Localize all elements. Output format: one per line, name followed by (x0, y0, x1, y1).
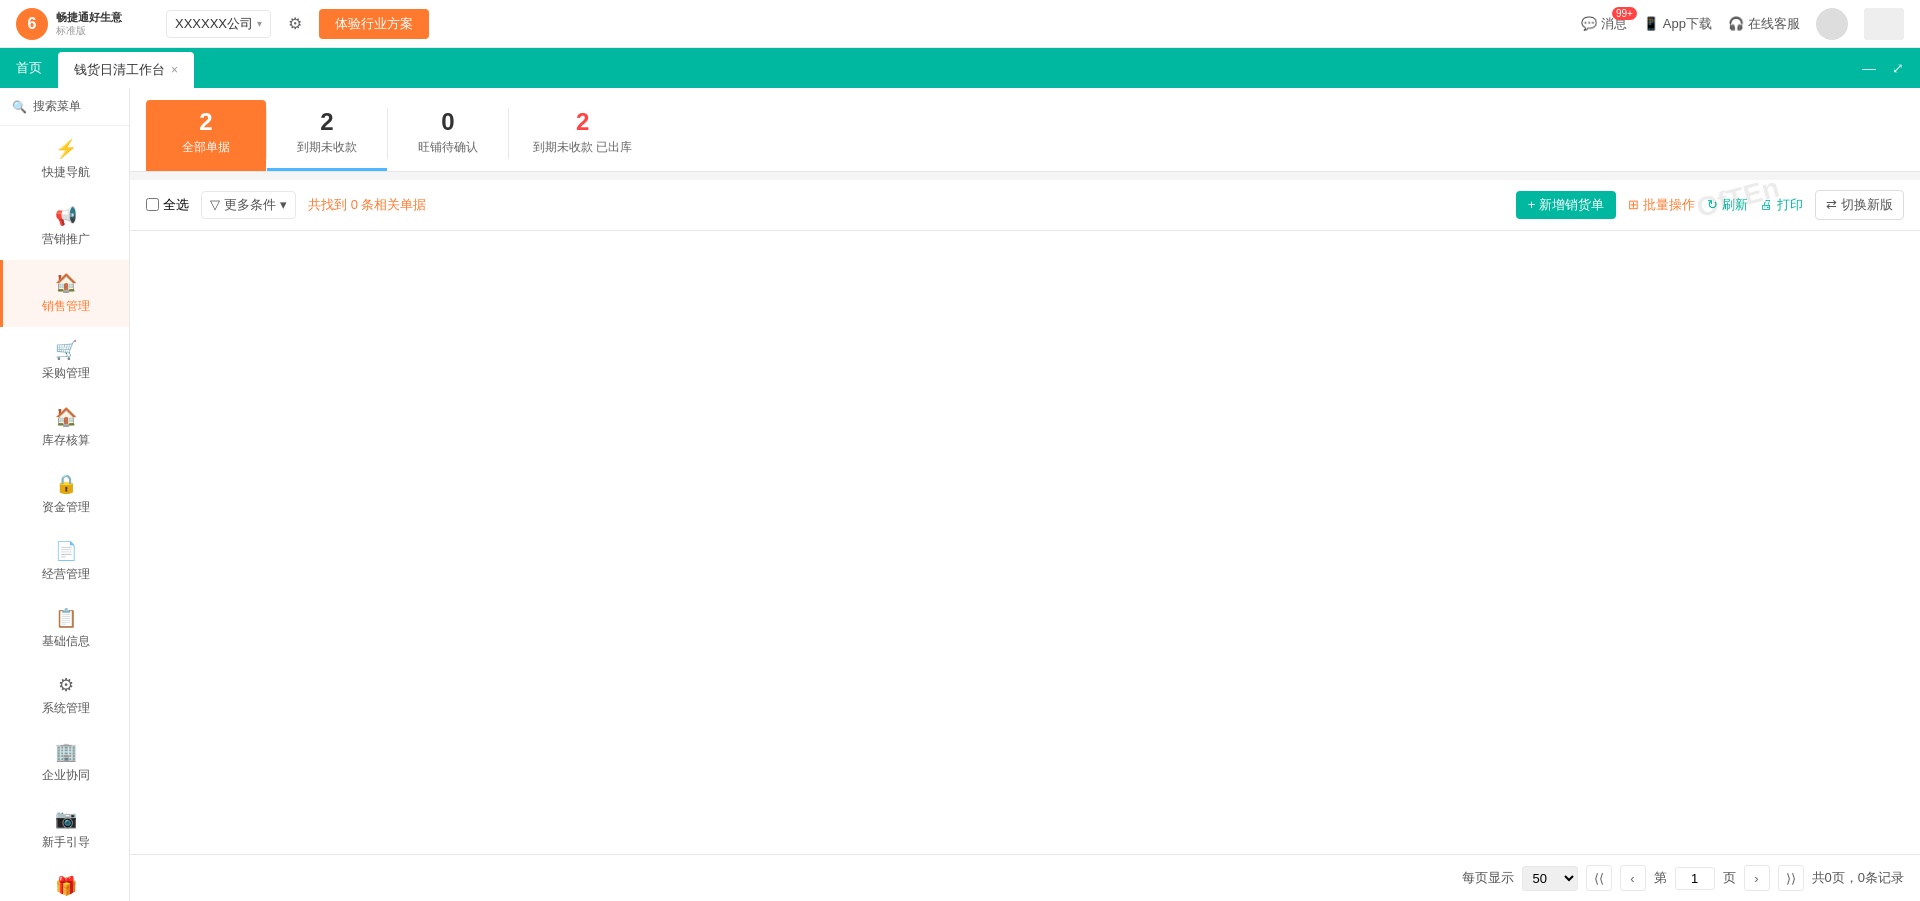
user-name-area[interactable] (1864, 8, 1904, 40)
batch-icon: ⊞ (1628, 197, 1639, 212)
download-icon: 📱 (1643, 16, 1659, 31)
sales-icon: 🏠 (55, 272, 77, 294)
page-size-select[interactable]: 50 100 200 (1522, 866, 1578, 891)
stat-label-pending: 旺铺待确认 (418, 139, 478, 156)
stat-tab-pending[interactable]: 0 旺铺待确认 (388, 100, 508, 171)
settings-icon-button[interactable]: ⚙ (279, 8, 311, 40)
filter-button[interactable]: ▽ 更多条件 ▾ (201, 191, 296, 219)
select-all-checkbox[interactable]: 全选 (146, 196, 189, 214)
content-area: 2 全部单据 2 到期未收款 0 旺铺待确认 2 到期未收款 已出库 (130, 88, 1920, 901)
basic-info-icon: 📋 (55, 607, 77, 629)
header-right: 💬 消息 99+ 📱 App下载 🎧 在线客服 (1581, 8, 1904, 40)
stat-label-all: 全部单据 (182, 139, 230, 156)
sidebar-item-inventory[interactable]: 🏠 库存核算 (0, 394, 129, 461)
enterprise-icon: 🏢 (55, 741, 77, 763)
sidebar-item-quick-nav[interactable]: ⚡ 快捷导航 (0, 126, 129, 193)
user-avatar[interactable] (1816, 8, 1848, 40)
next-page-button[interactable]: › (1744, 865, 1770, 891)
filter-icon: ▽ (210, 197, 220, 212)
sidebar-item-system[interactable]: ⚙ 系统管理 (0, 662, 129, 729)
logo-area: 6 畅捷通好生意 标准版 (16, 8, 146, 40)
tab-workbench[interactable]: 钱货日清工作台 × (58, 52, 194, 88)
messages-badge: 99+ (1612, 7, 1637, 20)
switch-icon: ⇄ (1826, 197, 1837, 212)
tab-close-icon[interactable]: × (171, 63, 178, 77)
sidebar-item-enterprise[interactable]: 🏢 企业协同 (0, 729, 129, 796)
tab-minimize-button[interactable]: — (1858, 56, 1880, 80)
total-records: 共0页，0条记录 (1812, 869, 1904, 887)
messages-button[interactable]: 💬 消息 99+ (1581, 15, 1627, 33)
stat-tab-overdue[interactable]: 2 到期未收款 (267, 100, 387, 171)
app-download-button[interactable]: 📱 App下载 (1643, 15, 1712, 33)
table-area (130, 231, 1920, 854)
stat-count-pending: 0 (441, 108, 454, 137)
tab-bar: 首页 钱货日清工作台 × — ⤢ (0, 48, 1920, 88)
new-sales-order-button[interactable]: + 新增销货单 (1516, 191, 1616, 219)
chevron-down-icon: ▾ (257, 18, 262, 29)
search-icon: 🔍 (12, 100, 27, 114)
tab-actions: — ⤢ (1858, 48, 1920, 88)
sidebar-item-app-center[interactable]: 🎁 应用中心 (0, 863, 129, 901)
app-center-icon: 🎁 (55, 875, 77, 897)
refresh-button[interactable]: ↻ 刷新 (1707, 196, 1748, 214)
print-button[interactable]: 🖨 打印 (1760, 196, 1803, 214)
last-page-button[interactable]: ⟩⟩ (1778, 865, 1804, 891)
trial-button[interactable]: 体验行业方案 (319, 9, 429, 39)
stat-label-shipped: 到期未收款 已出库 (533, 139, 632, 156)
print-icon: 🖨 (1760, 197, 1773, 212)
sidebar-search[interactable]: 🔍 搜索菜单 (0, 88, 129, 126)
pagination: 每页显示 50 100 200 ⟨⟨ ‹ 第 页 › ⟩⟩ 共0页，0条记录 (130, 854, 1920, 901)
first-page-button[interactable]: ⟨⟨ (1586, 865, 1612, 891)
stat-count-all: 2 (199, 108, 212, 137)
operations-icon: 📄 (55, 540, 77, 562)
tab-home[interactable]: 首页 (0, 48, 58, 88)
sidebar: 🔍 搜索菜单 ⚡ 快捷导航 📢 营销推广 🏠 销售管理 🛒 采购管理 🏠 库存核… (0, 88, 130, 901)
online-service-button[interactable]: 🎧 在线客服 (1728, 15, 1800, 33)
switch-version-button[interactable]: ⇄ 切换新版 (1815, 190, 1904, 220)
sidebar-item-basic-info[interactable]: 📋 基础信息 (0, 595, 129, 662)
system-icon: ⚙ (58, 674, 74, 696)
sidebar-item-operations[interactable]: 📄 经营管理 (0, 528, 129, 595)
page-number-input[interactable] (1675, 867, 1715, 890)
sidebar-item-guide[interactable]: 📷 新手引导 (0, 796, 129, 863)
company-selector[interactable]: XXXXXX公司 ▾ (166, 10, 271, 38)
logo-text: 畅捷通好生意 标准版 (56, 10, 122, 37)
stats-tabs: 2 全部单据 2 到期未收款 0 旺铺待确认 2 到期未收款 已出库 (130, 88, 1920, 172)
toolbar-right: + 新增销货单 ⊞ 批量操作 ↻ 刷新 🖨 打印 ⇄ 切换新版 (1516, 190, 1904, 220)
toolbar: 全选 ▽ 更多条件 ▾ 共找到 0 条相关单据 + 新增销货单 ⊞ 批量操作 (130, 180, 1920, 231)
result-text: 共找到 0 条相关单据 (308, 196, 426, 214)
refresh-icon: ↻ (1707, 197, 1718, 212)
batch-operation-button[interactable]: ⊞ 批量操作 (1628, 196, 1695, 214)
sidebar-item-finance[interactable]: 🔒 资金管理 (0, 461, 129, 528)
tab-maximize-button[interactable]: ⤢ (1888, 56, 1908, 80)
prev-page-button[interactable]: ‹ (1620, 865, 1646, 891)
result-count: 0 (351, 197, 358, 212)
sidebar-item-purchase[interactable]: 🛒 采购管理 (0, 327, 129, 394)
main-layout: 🔍 搜索菜单 ⚡ 快捷导航 📢 营销推广 🏠 销售管理 🛒 采购管理 🏠 库存核… (0, 88, 1920, 901)
message-icon: 💬 (1581, 16, 1597, 31)
top-header: 6 畅捷通好生意 标准版 XXXXXX公司 ▾ ⚙ 体验行业方案 💬 消息 99… (0, 0, 1920, 48)
chevron-down-icon: ▾ (280, 197, 287, 212)
quick-nav-icon: ⚡ (55, 138, 77, 160)
guide-icon: 📷 (55, 808, 77, 830)
stat-tab-shipped[interactable]: 2 到期未收款 已出库 (509, 100, 656, 171)
select-all-input[interactable] (146, 198, 159, 211)
stat-count-overdue: 2 (320, 108, 333, 137)
logo-icon: 6 (16, 8, 48, 40)
sidebar-item-sales[interactable]: 🏠 销售管理 (0, 260, 129, 327)
inventory-icon: 🏠 (55, 406, 77, 428)
purchase-icon: 🛒 (55, 339, 77, 361)
header-center: XXXXXX公司 ▾ ⚙ 体验行业方案 (146, 8, 1581, 40)
marketing-icon: 📢 (55, 205, 77, 227)
sidebar-item-marketing[interactable]: 📢 营销推广 (0, 193, 129, 260)
stat-label-overdue: 到期未收款 (297, 139, 357, 156)
service-icon: 🎧 (1728, 16, 1744, 31)
stat-tab-all[interactable]: 2 全部单据 (146, 100, 266, 171)
gear-icon: ⚙ (288, 14, 302, 33)
finance-icon: 🔒 (55, 473, 77, 495)
stat-count-shipped: 2 (576, 108, 589, 137)
